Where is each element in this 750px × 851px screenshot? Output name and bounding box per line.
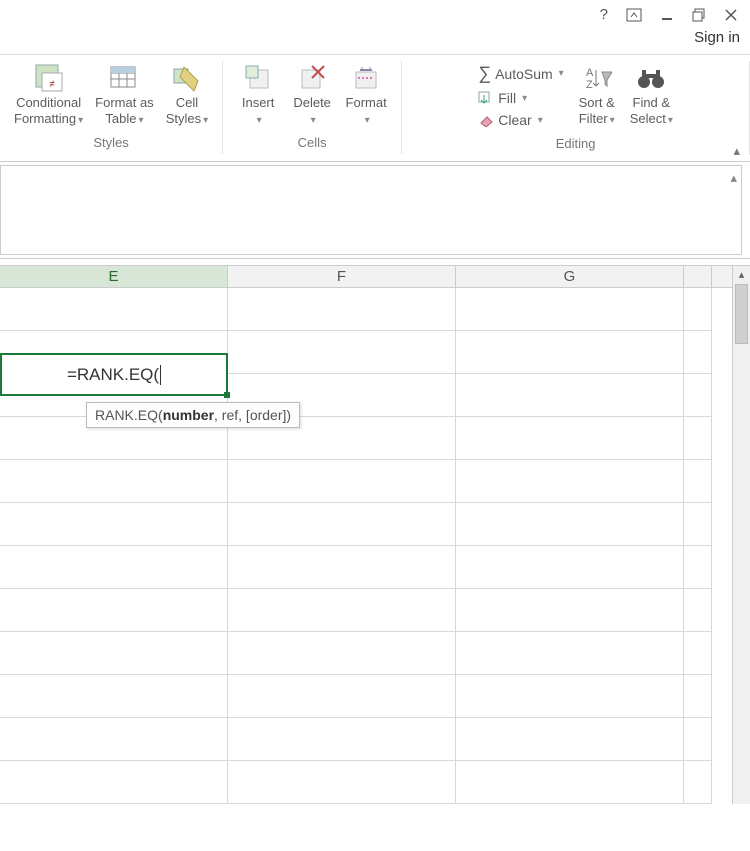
formula-bar[interactable]: ▴: [0, 165, 742, 255]
scroll-up-icon[interactable]: ▴: [733, 266, 750, 283]
restore-icon[interactable]: [692, 8, 706, 22]
column-header-e[interactable]: E: [0, 266, 228, 287]
svg-text:Z: Z: [586, 79, 593, 91]
column-header-partial[interactable]: [684, 266, 712, 287]
minimize-icon[interactable]: [660, 8, 674, 22]
fill-button[interactable]: Fill ▾: [478, 90, 563, 106]
autosum-button[interactable]: ∑ AutoSum ▾: [478, 63, 563, 84]
active-cell-editor[interactable]: =RANK.EQ(: [0, 353, 228, 396]
group-styles-label: Styles: [93, 135, 128, 150]
find-select-button[interactable]: Find &Select▾: [624, 61, 679, 129]
vertical-scrollbar[interactable]: ▴: [732, 266, 750, 804]
cell-styles-button[interactable]: CellStyles▾: [160, 61, 214, 129]
svg-text:≠: ≠: [49, 79, 55, 90]
eraser-icon: [478, 113, 494, 127]
collapse-ribbon-icon[interactable]: ▴: [733, 143, 740, 159]
format-cells-icon: [351, 63, 381, 93]
spreadsheet-grid[interactable]: E F G =RANK.EQ( RANK.EQ(number, ref, [or…: [0, 266, 732, 804]
insert-button[interactable]: Insert▾: [231, 61, 285, 129]
column-header-f[interactable]: F: [228, 266, 456, 287]
formula-bar-expand-icon[interactable]: ▴: [730, 170, 737, 186]
sort-filter-icon: AZ: [582, 63, 612, 93]
ribbon-display-options-icon[interactable]: [626, 8, 642, 22]
fill-handle[interactable]: [224, 392, 230, 398]
group-cells: Insert▾ Delete▾ Format▾ Cells: [223, 61, 402, 154]
conditional-formatting-icon: ≠: [34, 63, 64, 93]
sign-in-link[interactable]: Sign in: [694, 29, 740, 46]
column-header-g[interactable]: G: [456, 266, 684, 287]
svg-text:A: A: [586, 67, 594, 79]
delete-button[interactable]: Delete▾: [285, 61, 339, 129]
format-button[interactable]: Format▾: [339, 61, 393, 129]
ribbon: ≠ ConditionalFormatting▾ Format asTable▾…: [0, 54, 750, 155]
format-as-table-button[interactable]: Format asTable▾: [89, 61, 160, 129]
help-icon[interactable]: ?: [600, 6, 608, 23]
fill-down-icon: [478, 91, 494, 105]
table-icon: [109, 63, 139, 93]
group-editing-label: Editing: [556, 136, 596, 151]
scroll-thumb[interactable]: [735, 284, 748, 344]
group-cells-label: Cells: [298, 135, 327, 150]
conditional-formatting-button[interactable]: ≠ ConditionalFormatting▾: [8, 61, 89, 129]
insert-cells-icon: [243, 63, 273, 93]
clear-button[interactable]: Clear ▾: [478, 112, 563, 128]
group-editing: ∑ AutoSum ▾ Fill ▾ Clear ▾: [402, 61, 750, 155]
active-cell-formula: =RANK.EQ(: [67, 365, 159, 385]
sort-filter-button[interactable]: AZ Sort &Filter▾: [570, 61, 624, 129]
cell-styles-icon: [172, 63, 202, 93]
delete-cells-icon: [297, 63, 327, 93]
function-tooltip[interactable]: RANK.EQ(number, ref, [order]): [86, 402, 300, 428]
sigma-icon: ∑: [478, 63, 491, 84]
close-icon[interactable]: [724, 8, 738, 22]
group-styles: ≠ ConditionalFormatting▾ Format asTable▾…: [0, 61, 223, 154]
binoculars-icon: [636, 63, 666, 93]
